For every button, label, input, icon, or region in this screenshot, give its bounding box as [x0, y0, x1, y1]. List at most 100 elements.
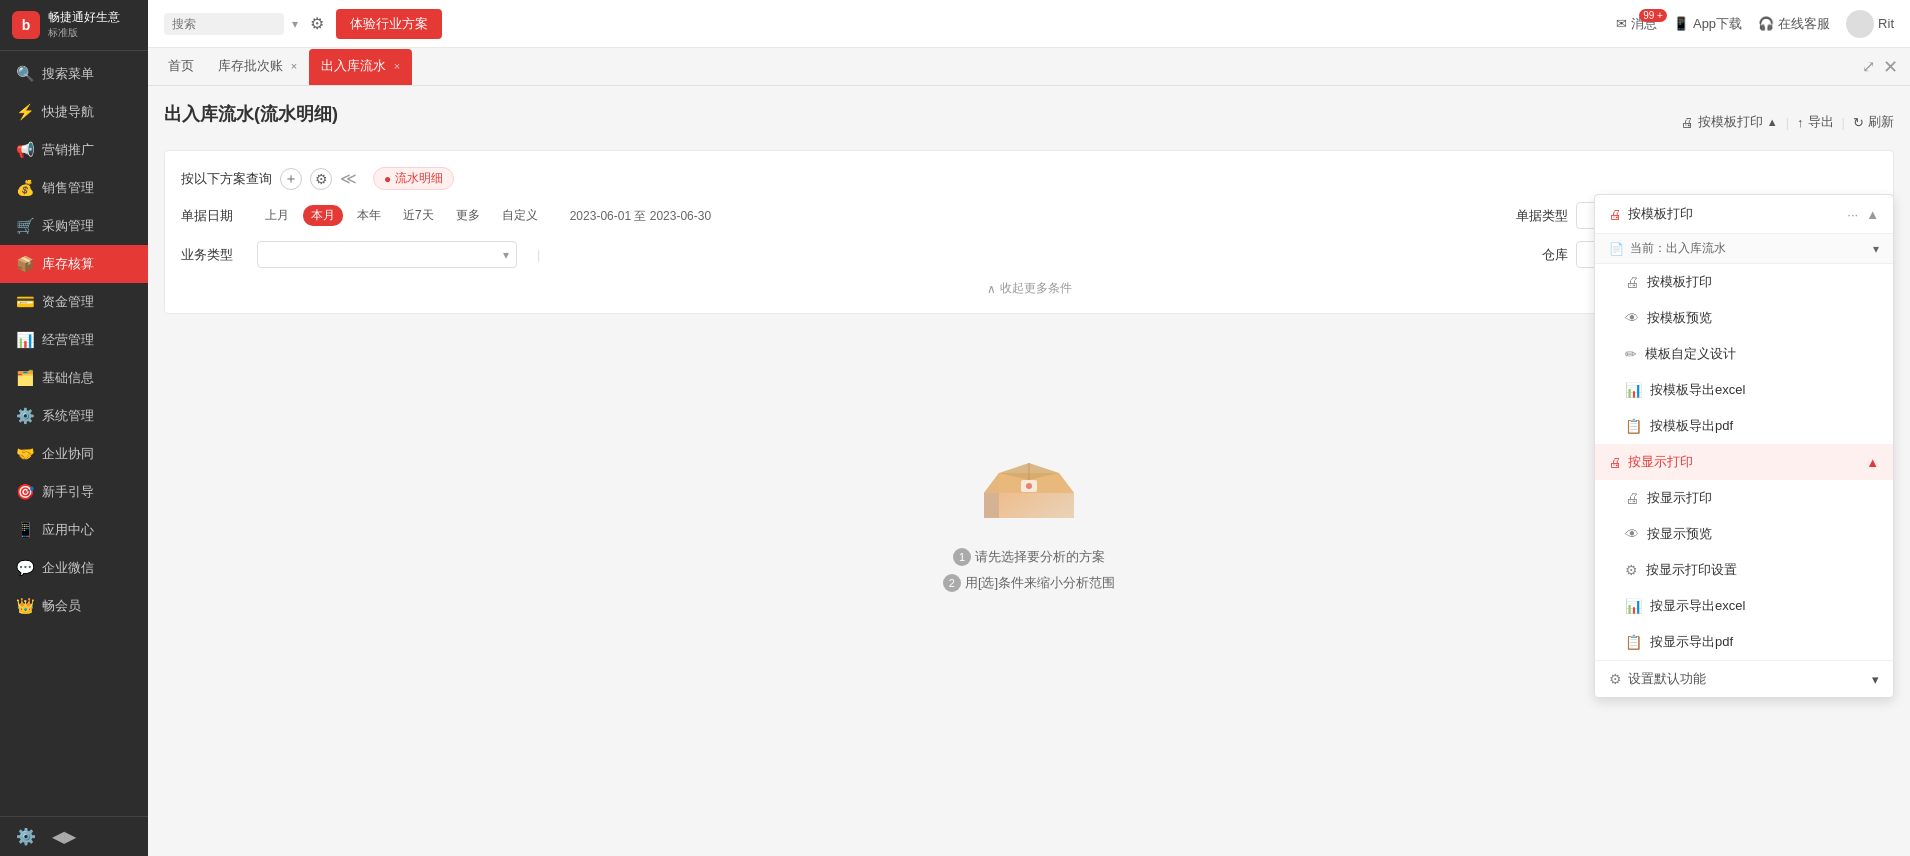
logo-icon: b — [12, 11, 40, 39]
refresh-button[interactable]: ↻ 刷新 — [1853, 113, 1894, 131]
dropdown-item-display-export-excel[interactable]: 📊 按显示导出excel — [1595, 588, 1893, 624]
sidebar-item-finance[interactable]: 💳 资金管理 — [0, 283, 148, 321]
template-print-button[interactable]: 🖨 按模板打印 ▲ — [1681, 113, 1778, 131]
date-option-last-month[interactable]: 上月 — [257, 205, 297, 226]
biz-type-select-wrapper — [257, 241, 517, 268]
main-area: ▾ ⚙ 体验行业方案 ✉ 消息 99 + 📱 App下载 🎧 在线客服 — [148, 0, 1910, 856]
sidebar-item-purchase[interactable]: 🛒 采购管理 — [0, 207, 148, 245]
tab-home[interactable]: 首页 — [156, 49, 206, 85]
tabbar: 首页 库存批次账 × 出入库流水 × ⤢ ✕ — [148, 48, 1910, 86]
sidebar-item-member[interactable]: 👑 畅会员 — [0, 587, 148, 625]
sidebar-item-appstore[interactable]: 📱 应用中心 — [0, 511, 148, 549]
settings-gear-icon[interactable]: ⚙ — [310, 14, 324, 33]
settings-footer-icon[interactable]: ⚙️ — [16, 827, 36, 846]
display-preview-icon: 👁 — [1625, 526, 1639, 542]
current-label: 当前：出入库流水 — [1630, 240, 1726, 257]
date-range: 2023-06-01 至 2023-06-30 — [570, 208, 711, 225]
dropdown-item-template-custom[interactable]: ✏ 模板自定义设计 — [1595, 336, 1893, 372]
display-section-chevron-icon: ▲ — [1866, 455, 1879, 470]
dropdown-more-icon[interactable]: ··· — [1847, 207, 1858, 222]
footer-settings-icon: ⚙ — [1609, 671, 1622, 687]
dropdown-footer[interactable]: ⚙ 设置默认功能 ▾ — [1595, 660, 1893, 697]
filter-label: 按以下方案查询 — [181, 170, 272, 188]
date-option-more[interactable]: 更多 — [448, 205, 488, 226]
active-filter-tag: ● 流水明细 — [373, 167, 454, 190]
system-icon: ⚙️ — [16, 407, 34, 425]
hint-num-2: 2 — [943, 574, 961, 592]
sidebar-item-wechat[interactable]: 💬 企业微信 — [0, 549, 148, 587]
app-download-button[interactable]: 📱 App下载 — [1673, 15, 1742, 33]
dropdown-item-template-export-pdf[interactable]: 📋 按模板导出pdf — [1595, 408, 1893, 444]
sidebar-item-label: 系统管理 — [42, 407, 94, 425]
template-excel-icon: 📊 — [1625, 382, 1642, 398]
sidebar-item-sales[interactable]: 💰 销售管理 — [0, 169, 148, 207]
tab-close-flow[interactable]: × — [394, 60, 400, 72]
support-button[interactable]: 🎧 在线客服 — [1758, 15, 1830, 33]
close-tab-icon[interactable]: ✕ — [1879, 52, 1902, 82]
collapse-sidebar-icon[interactable]: ◀▶ — [52, 827, 76, 846]
action-buttons: 🖨 按模板打印 ▲ | ↑ 导出 | ↻ 刷新 — [1681, 113, 1894, 131]
collapse-label: ∧ 收起更多条件 — [987, 280, 1072, 297]
sidebar-item-basic[interactable]: 🗂️ 基础信息 — [0, 359, 148, 397]
sidebar-item-search[interactable]: 🔍 搜索菜单 — [0, 55, 148, 93]
appstore-icon: 📱 — [16, 521, 34, 539]
sidebar-item-system[interactable]: ⚙️ 系统管理 — [0, 397, 148, 435]
date-option-last-7days[interactable]: 近7天 — [395, 205, 442, 226]
sidebar-item-marketing[interactable]: 📢 营销推广 — [0, 131, 148, 169]
export-button[interactable]: ↑ 导出 — [1797, 113, 1834, 131]
export-icon: ↑ — [1797, 115, 1804, 130]
message-button[interactable]: ✉ 消息 99 + — [1616, 15, 1657, 33]
empty-hint-1: 1 请先选择要分析的方案 — [953, 548, 1105, 566]
dropdown-collapse-icon[interactable]: ▲ — [1866, 207, 1879, 222]
dropdown-item-template-export-excel[interactable]: 📊 按模板导出excel — [1595, 372, 1893, 408]
tab-flow[interactable]: 出入库流水 × — [309, 49, 412, 85]
tag-icon: ● — [384, 172, 391, 186]
dropdown-item-display-settings[interactable]: ⚙ 按显示打印设置 — [1595, 552, 1893, 588]
display-section-header[interactable]: 🖨 按显示打印 ▲ — [1595, 444, 1893, 480]
filter-setting-button[interactable]: ⚙ — [310, 168, 332, 190]
inventory-icon: 📦 — [16, 255, 34, 273]
date-option-custom[interactable]: 自定义 — [494, 205, 546, 226]
trial-button[interactable]: 体验行业方案 — [336, 9, 442, 39]
filter-tag[interactable]: ● 流水明细 — [373, 167, 454, 190]
sidebar-item-guide[interactable]: 🎯 新手引导 — [0, 473, 148, 511]
sidebar-item-operation[interactable]: 📊 经营管理 — [0, 321, 148, 359]
date-option-current-year[interactable]: 本年 — [349, 205, 389, 226]
dropdown-item-display-export-pdf[interactable]: 📋 按显示导出pdf — [1595, 624, 1893, 660]
dropdown-item-display-print[interactable]: 🖨 按显示打印 — [1595, 480, 1893, 516]
display-section-icon: 🖨 — [1609, 455, 1622, 470]
finance-icon: 💳 — [16, 293, 34, 311]
user-profile[interactable]: Rit — [1846, 10, 1894, 38]
sidebar-item-label: 快捷导航 — [42, 103, 94, 121]
template-pdf-icon: 📋 — [1625, 418, 1642, 434]
expand-icon[interactable]: ⤢ — [1858, 53, 1879, 80]
template-print-icon: 🖨 — [1625, 274, 1639, 290]
sidebar-item-label: 应用中心 — [42, 521, 94, 539]
sidebar-item-label: 库存核算 — [42, 255, 94, 273]
date-option-current-month[interactable]: 本月 — [303, 205, 343, 226]
sidebar-item-inventory[interactable]: 📦 库存核算 — [0, 245, 148, 283]
enterprise-icon: 🤝 — [16, 445, 34, 463]
filter-add-button[interactable]: ＋ — [280, 168, 302, 190]
topbar: ▾ ⚙ 体验行业方案 ✉ 消息 99 + 📱 App下载 🎧 在线客服 — [148, 0, 1910, 48]
search-dropdown-chevron-icon[interactable]: ▾ — [292, 17, 298, 31]
biz-type-select[interactable] — [257, 241, 517, 268]
display-print-icon: 🖨 — [1625, 490, 1639, 506]
dropdown-menu: 🖨 按模板打印 ··· ▲ 📄 当前：出入库流水 ▾ 🖨 按模板打印 — [1594, 194, 1894, 698]
support-label: 在线客服 — [1778, 15, 1830, 33]
display-excel-icon: 📊 — [1625, 598, 1642, 614]
empty-illustration — [969, 428, 1089, 528]
sidebar-item-enterprise[interactable]: 🤝 企业协同 — [0, 435, 148, 473]
app-tag: 标准版 — [48, 26, 120, 40]
tab-batch[interactable]: 库存批次账 × — [206, 49, 309, 85]
dropdown-item-display-preview[interactable]: 👁 按显示预览 — [1595, 516, 1893, 552]
sidebar-item-shortcut[interactable]: ⚡ 快捷导航 — [0, 93, 148, 131]
subheader-chevron-icon[interactable]: ▾ — [1873, 242, 1879, 256]
app-name: 畅捷通好生意 — [48, 10, 120, 26]
tab-close-batch[interactable]: × — [291, 60, 297, 72]
dropdown-item-template-preview[interactable]: 👁 按模板预览 — [1595, 300, 1893, 336]
filter-collapse-icon[interactable]: ≪ — [340, 169, 357, 188]
search-input[interactable] — [164, 13, 284, 35]
sidebar-item-label: 搜索菜单 — [42, 65, 94, 83]
dropdown-item-template-print[interactable]: 🖨 按模板打印 — [1595, 264, 1893, 300]
